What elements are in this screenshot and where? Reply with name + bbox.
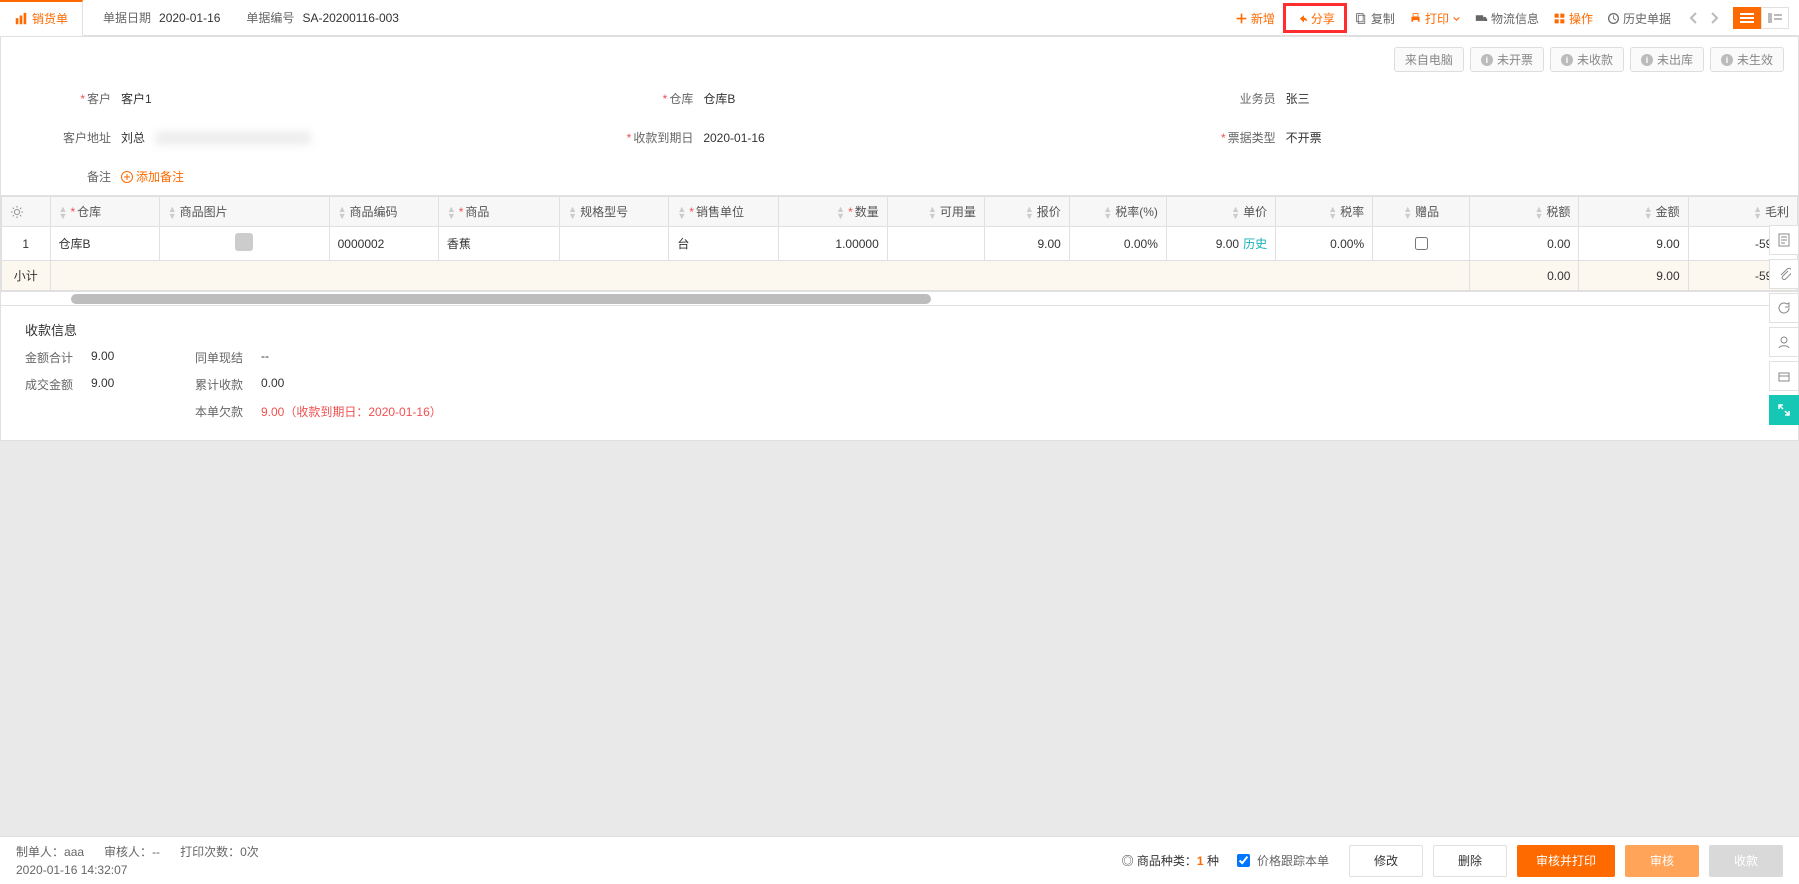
field-due: *收款到期日2020-01-16 xyxy=(623,129,1175,146)
pay-settle: 同单现结-- xyxy=(195,349,455,366)
chevron-left-icon xyxy=(1689,12,1697,24)
status-invoice: i未开票 xyxy=(1470,47,1544,72)
rail-refresh-button[interactable] xyxy=(1769,293,1799,323)
next-button[interactable] xyxy=(1705,8,1725,28)
status-source: 来自电脑 xyxy=(1394,47,1464,72)
col-avail[interactable]: 可用量 xyxy=(887,197,984,227)
col-profit[interactable]: 毛利 xyxy=(1688,197,1797,227)
print-icon xyxy=(1409,12,1422,25)
gear-icon xyxy=(10,205,24,219)
chevron-down-icon xyxy=(1452,12,1461,25)
gift-checkbox[interactable] xyxy=(1415,237,1428,250)
plus-circle-icon xyxy=(121,171,133,183)
print-button[interactable]: 打印 xyxy=(1403,5,1467,31)
table-row[interactable]: 1 仓库B 0000002 香蕉 台 1.00000 9.00 0.00% 9.… xyxy=(2,227,1798,261)
image-placeholder-icon xyxy=(235,233,253,251)
field-remark: 备注 添加备注 xyxy=(41,168,593,185)
table-sum-row: 小计 0.00 9.00 -59.21 xyxy=(2,261,1798,291)
list-icon xyxy=(1740,13,1754,23)
prev-button[interactable] xyxy=(1683,8,1703,28)
table-hscrollbar[interactable] xyxy=(1,292,1798,306)
pay-total: 金额合计9.00 xyxy=(25,349,195,366)
col-price[interactable]: 单价 xyxy=(1166,197,1275,227)
col-tax[interactable]: 税额 xyxy=(1470,197,1579,227)
paperclip-icon xyxy=(1777,267,1791,281)
col-qty[interactable]: *数量 xyxy=(778,197,887,227)
col-taxrate[interactable]: 税率 xyxy=(1276,197,1373,227)
share-button[interactable]: 分享 xyxy=(1289,5,1341,31)
new-button[interactable]: 新增 xyxy=(1229,5,1281,31)
follow-checkbox[interactable]: 价格跟踪本单 xyxy=(1233,851,1329,870)
delete-button[interactable]: 删除 xyxy=(1433,845,1507,877)
share-highlight: 分享 xyxy=(1283,3,1347,33)
refresh-icon xyxy=(1777,301,1791,315)
field-customer: *客户客户1 xyxy=(41,90,593,107)
share-icon xyxy=(1295,12,1308,25)
view-card-button[interactable] xyxy=(1761,7,1789,29)
field-salesman: 业务员张三 xyxy=(1206,90,1758,107)
clock-icon xyxy=(1607,12,1620,25)
receive-button[interactable]: 收款 xyxy=(1709,845,1783,877)
note-icon xyxy=(1777,233,1791,247)
plus-icon xyxy=(1235,12,1248,25)
status-out: i未出库 xyxy=(1630,47,1704,72)
box-icon xyxy=(1777,369,1791,383)
view-list-button[interactable] xyxy=(1733,7,1761,29)
rail-user-button[interactable] xyxy=(1769,327,1799,357)
copy-button[interactable]: 复制 xyxy=(1349,5,1401,31)
logistics-button[interactable]: 物流信息 xyxy=(1469,5,1545,31)
col-wh[interactable]: *仓库 xyxy=(50,197,159,227)
pay-cum: 累计收款0.00 xyxy=(195,376,455,393)
footer-meta: 制单人：aaa 审核人：-- 打印次数：0次 2020-01-16 14:32:… xyxy=(16,843,259,879)
ops-button[interactable]: 操作 xyxy=(1547,5,1599,31)
pay-owe: 本单欠款9.00（收款到期日：2020-01-16） xyxy=(195,403,455,420)
field-warehouse: *仓库仓库B xyxy=(623,90,1175,107)
payment-title: 收款信息 xyxy=(25,320,1774,339)
card-icon xyxy=(1768,13,1782,23)
history-link[interactable]: 历史 xyxy=(1243,237,1267,251)
col-gift[interactable]: 赠品 xyxy=(1373,197,1470,227)
col-amount[interactable]: 金额 xyxy=(1579,197,1688,227)
rail-attach-button[interactable] xyxy=(1769,259,1799,289)
col-spec[interactable]: 规格型号 xyxy=(560,197,669,227)
col-prod[interactable]: *商品 xyxy=(438,197,559,227)
kinds-count: ◎ 商品种类：1 种 xyxy=(1122,852,1219,869)
doc-date: 单据日期2020-01-16 xyxy=(103,9,220,26)
chart-icon xyxy=(14,12,28,26)
items-table: *仓库 商品图片 商品编码 *商品 规格型号 *销售单位 *数量 可用量 报价 … xyxy=(1,196,1798,291)
status-effect: i未生效 xyxy=(1710,47,1784,72)
expand-icon xyxy=(1777,403,1791,417)
add-remark-button[interactable]: 添加备注 xyxy=(121,168,184,185)
col-code[interactable]: 商品编码 xyxy=(329,197,438,227)
col-img[interactable]: 商品图片 xyxy=(159,197,329,227)
audit-print-button[interactable]: 审核并打印 xyxy=(1517,845,1615,877)
col-quote[interactable]: 报价 xyxy=(984,197,1069,227)
status-receipt: i未收款 xyxy=(1550,47,1624,72)
audit-button[interactable]: 审核 xyxy=(1625,845,1699,877)
field-address: 客户地址刘总hidden xyxy=(41,129,593,146)
tab-sales-order[interactable]: 销货单 xyxy=(0,0,83,36)
rail-expand-button[interactable] xyxy=(1769,395,1799,425)
field-billtype: *票据类型不开票 xyxy=(1206,129,1758,146)
col-gear[interactable] xyxy=(2,197,51,227)
rail-note-button[interactable] xyxy=(1769,225,1799,255)
edit-button[interactable]: 修改 xyxy=(1349,845,1423,877)
grid-icon xyxy=(1553,12,1566,25)
history-button[interactable]: 历史单据 xyxy=(1601,5,1677,31)
doc-number: 单据编号SA-20200116-003 xyxy=(246,9,399,26)
copy-icon xyxy=(1355,12,1368,25)
pay-deal: 成交金额9.00 xyxy=(25,376,195,393)
tab-label: 销货单 xyxy=(32,10,68,27)
rail-box-button[interactable] xyxy=(1769,361,1799,391)
truck-icon xyxy=(1475,12,1488,25)
col-unit[interactable]: *销售单位 xyxy=(669,197,778,227)
chevron-right-icon xyxy=(1711,12,1719,24)
col-discrate[interactable]: 税率(%) xyxy=(1069,197,1166,227)
user-icon xyxy=(1777,335,1791,349)
